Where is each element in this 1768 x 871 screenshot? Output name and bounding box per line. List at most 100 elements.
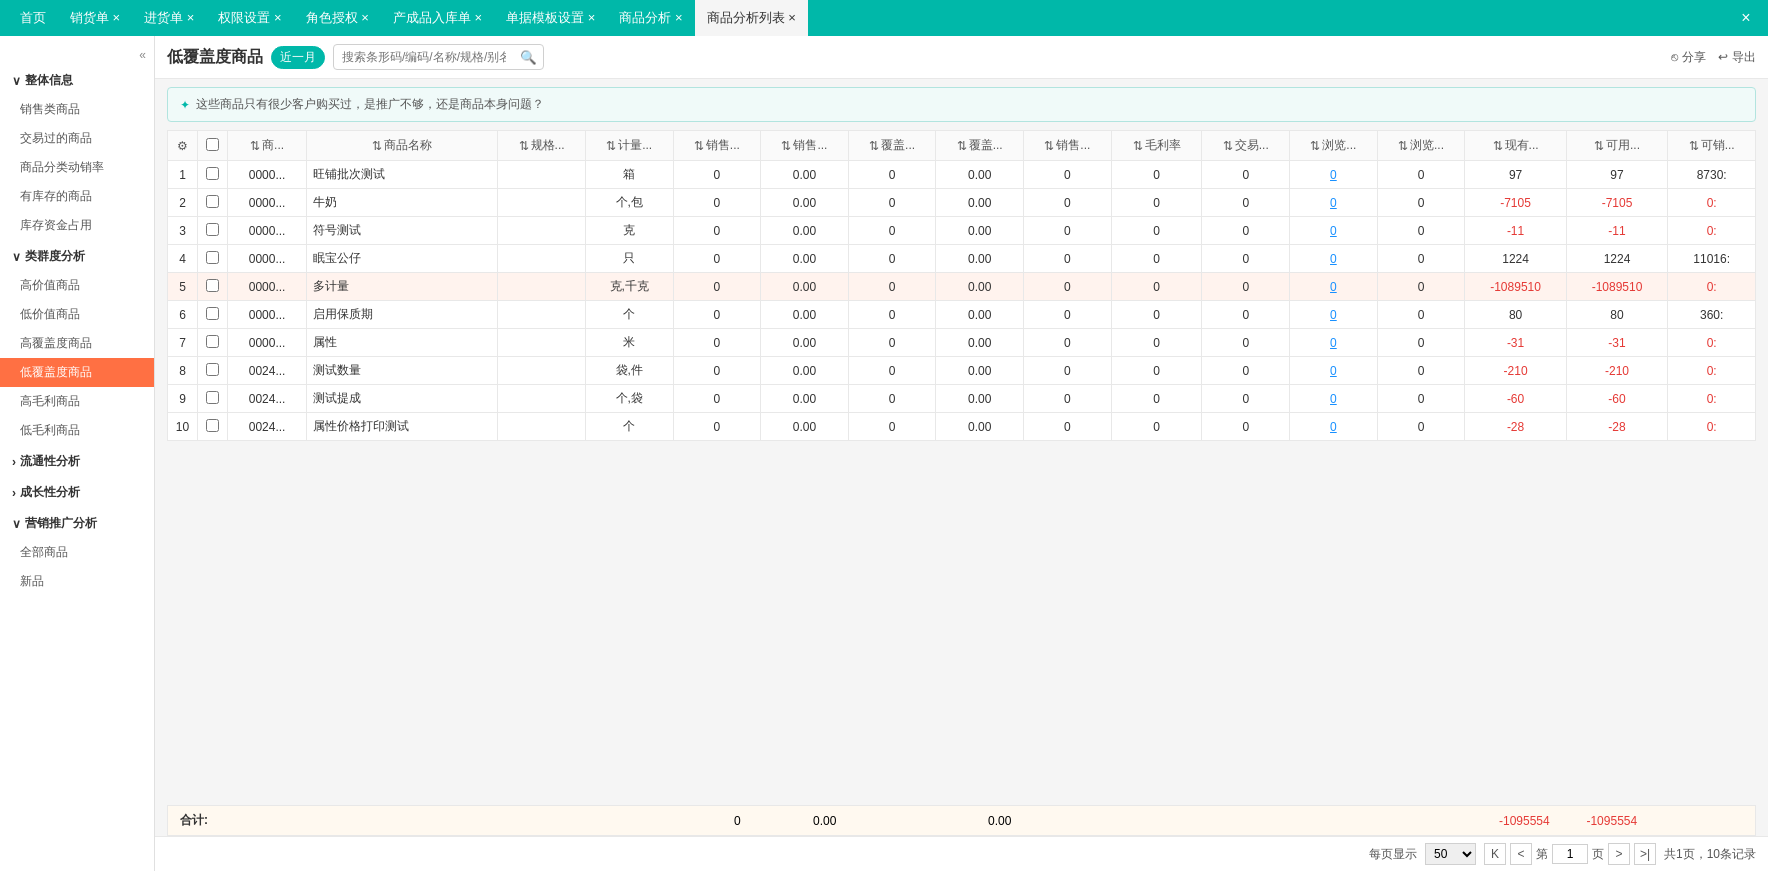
row-checkbox[interactable]: [198, 357, 228, 385]
row-browse1[interactable]: 0: [1290, 161, 1378, 189]
row-select-checkbox[interactable]: [206, 391, 219, 404]
row-browse1[interactable]: 0: [1290, 273, 1378, 301]
sidebar-item-sales-products[interactable]: 销售类商品: [0, 95, 154, 124]
row-browse1[interactable]: 0: [1290, 413, 1378, 441]
search-input[interactable]: [334, 50, 514, 64]
select-all-checkbox[interactable]: [206, 138, 219, 151]
nav-permission[interactable]: 权限设置 ×: [206, 0, 293, 36]
page-number-input[interactable]: [1552, 844, 1588, 864]
row-name: 牛奶: [307, 189, 498, 217]
sort-icon2[interactable]: ⇅: [372, 139, 382, 153]
row-checkbox[interactable]: [198, 413, 228, 441]
nav-product-entry[interactable]: 产成品入库单 ×: [381, 0, 494, 36]
row-checkbox[interactable]: [198, 273, 228, 301]
sidebar-item-low-coverage[interactable]: 低覆盖度商品: [0, 358, 154, 387]
row-browse1[interactable]: 0: [1290, 301, 1378, 329]
row-cover1: 0: [848, 357, 936, 385]
row-checkbox[interactable]: [198, 329, 228, 357]
sidebar-group-overall-title[interactable]: ∨ 整体信息: [0, 66, 154, 95]
page-size-select[interactable]: 50 100 200: [1425, 843, 1476, 865]
nav-home[interactable]: 首页: [8, 0, 58, 36]
nav-sales[interactable]: 销货单 ×: [58, 0, 132, 36]
sidebar-item-stocked-products[interactable]: 有库存的商品: [0, 182, 154, 211]
search-button[interactable]: 🔍: [514, 50, 543, 65]
sidebar-item-low-value[interactable]: 低价值商品: [0, 300, 154, 329]
period-button[interactable]: 近一月: [271, 46, 325, 69]
sort-icon5[interactable]: ⇅: [694, 139, 704, 153]
sort-icon7[interactable]: ⇅: [869, 139, 879, 153]
row-select-checkbox[interactable]: [206, 279, 219, 292]
row-select-checkbox[interactable]: [206, 167, 219, 180]
row-select-checkbox[interactable]: [206, 195, 219, 208]
row-select-checkbox[interactable]: [206, 363, 219, 376]
row-checkbox[interactable]: [198, 161, 228, 189]
col-checkbox[interactable]: [198, 131, 228, 161]
row-checkbox[interactable]: [198, 245, 228, 273]
sidebar-group-growth-title[interactable]: › 成长性分析: [0, 478, 154, 507]
sidebar-item-low-margin[interactable]: 低毛利商品: [0, 416, 154, 445]
nav-role[interactable]: 角色授权 ×: [294, 0, 381, 36]
row-select-checkbox[interactable]: [206, 223, 219, 236]
sort-icon10[interactable]: ⇅: [1133, 139, 1143, 153]
sort-icon11[interactable]: ⇅: [1223, 139, 1233, 153]
row-select-checkbox[interactable]: [206, 251, 219, 264]
sort-icon3[interactable]: ⇅: [519, 139, 529, 153]
next-page-button[interactable]: >: [1608, 843, 1630, 865]
sort-icon15[interactable]: ⇅: [1594, 139, 1604, 153]
col-settings[interactable]: ⚙: [168, 131, 198, 161]
row-browse1[interactable]: 0: [1290, 245, 1378, 273]
row-checkbox[interactable]: [198, 189, 228, 217]
window-close-button[interactable]: ×: [1732, 4, 1760, 32]
row-browse1[interactable]: 0: [1290, 385, 1378, 413]
row-select-checkbox[interactable]: [206, 335, 219, 348]
sort-icon6[interactable]: ⇅: [781, 139, 791, 153]
export-button[interactable]: ↩ 导出: [1718, 49, 1756, 66]
row-checkbox[interactable]: [198, 385, 228, 413]
nav-purchase[interactable]: 进货单 ×: [132, 0, 206, 36]
sidebar-item-high-coverage[interactable]: 高覆盖度商品: [0, 329, 154, 358]
sidebar-group-marketing-title[interactable]: ∨ 营销推广分析: [0, 509, 154, 538]
sort-icon[interactable]: ⇅: [250, 139, 260, 153]
sort-icon14[interactable]: ⇅: [1493, 139, 1503, 153]
prev-page-button[interactable]: <: [1510, 843, 1532, 865]
row-browse1[interactable]: 0: [1290, 189, 1378, 217]
row-select-checkbox[interactable]: [206, 419, 219, 432]
first-page-button[interactable]: K: [1484, 843, 1506, 865]
last-page-button[interactable]: >|: [1634, 843, 1656, 865]
sidebar-group-coverage-title[interactable]: ∨ 类群度分析: [0, 242, 154, 271]
sort-icon12[interactable]: ⇅: [1310, 139, 1320, 153]
table-row: 1 0000... 旺铺批次测试 箱 0 0.00 0 0.00 0 0 0 0…: [168, 161, 1756, 189]
row-browse1[interactable]: 0: [1290, 217, 1378, 245]
col-available: ⇅可用...: [1566, 131, 1667, 161]
sort-icon16[interactable]: ⇅: [1689, 139, 1699, 153]
sidebar-item-high-value[interactable]: 高价值商品: [0, 271, 154, 300]
sort-icon9[interactable]: ⇅: [1044, 139, 1054, 153]
table-header-row: ⚙ ⇅商... ⇅商品名称 ⇅规格... ⇅计量... ⇅销售... ⇅销售..…: [168, 131, 1756, 161]
share-button[interactable]: ⎋ 分享: [1671, 49, 1706, 66]
row-browse1[interactable]: 0: [1290, 329, 1378, 357]
row-select-checkbox[interactable]: [206, 307, 219, 320]
sidebar-item-high-margin[interactable]: 高毛利商品: [0, 387, 154, 416]
sidebar-item-new-products[interactable]: 新品: [0, 567, 154, 596]
row-browse1[interactable]: 0: [1290, 357, 1378, 385]
sort-icon13[interactable]: ⇅: [1398, 139, 1408, 153]
sidebar-item-category-rate[interactable]: 商品分类动销率: [0, 153, 154, 182]
sort-icon8[interactable]: ⇅: [957, 139, 967, 153]
nav-analysis-list[interactable]: 商品分析列表 ×: [695, 0, 808, 36]
settings-icon[interactable]: ⚙: [177, 139, 188, 153]
sidebar-item-stock-capital[interactable]: 库存资金占用: [0, 211, 154, 240]
row-num: 2: [168, 189, 198, 217]
sidebar-item-traded-products[interactable]: 交易过的商品: [0, 124, 154, 153]
sort-icon4[interactable]: ⇅: [606, 139, 616, 153]
row-checkbox[interactable]: [198, 301, 228, 329]
row-checkbox[interactable]: [198, 217, 228, 245]
sidebar-group-flow-title[interactable]: › 流通性分析: [0, 447, 154, 476]
table-row: 8 0024... 测试数量 袋,件 0 0.00 0 0.00 0 0 0 0…: [168, 357, 1756, 385]
row-num: 8: [168, 357, 198, 385]
table-container[interactable]: ⚙ ⇅商... ⇅商品名称 ⇅规格... ⇅计量... ⇅销售... ⇅销售..…: [167, 130, 1756, 805]
sidebar-item-all-products[interactable]: 全部商品: [0, 538, 154, 567]
nav-template[interactable]: 单据模板设置 ×: [494, 0, 607, 36]
sidebar-collapse-button[interactable]: «: [0, 44, 154, 66]
nav-analysis[interactable]: 商品分析 ×: [607, 0, 694, 36]
sidebar: « ∨ 整体信息 销售类商品 交易过的商品 商品分类动销率 有库存的商品 库存资…: [0, 36, 155, 871]
